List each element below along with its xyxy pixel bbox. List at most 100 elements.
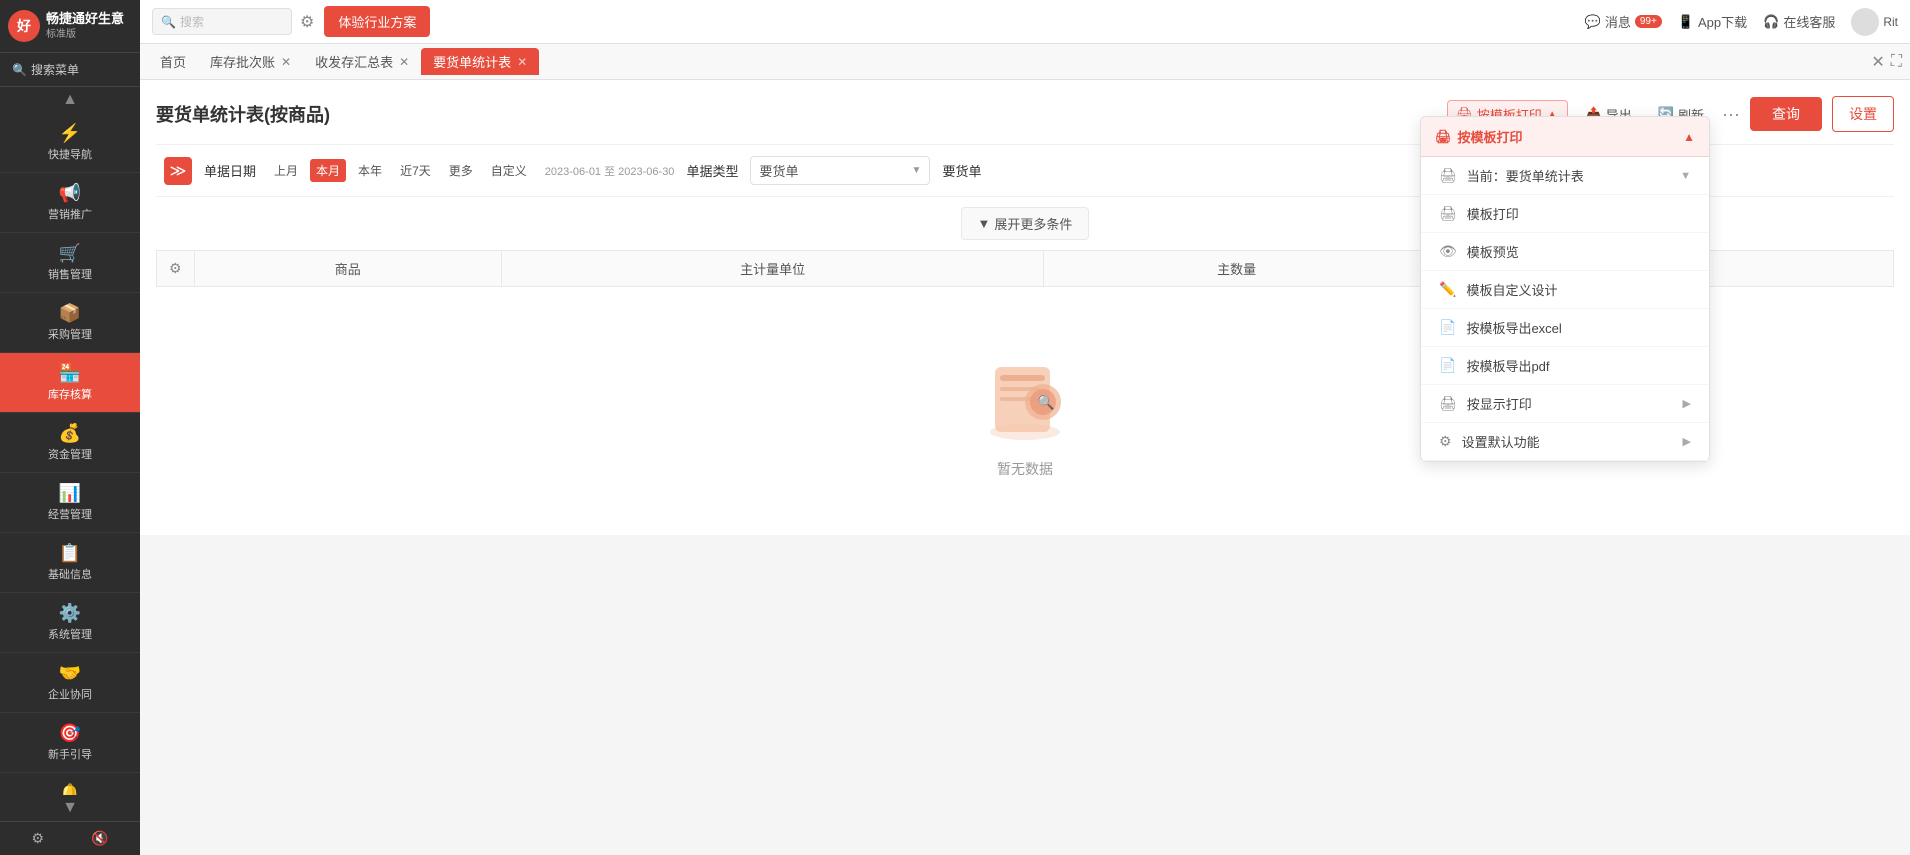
col-unit: 主计量单位 — [501, 251, 1043, 287]
quick-nav-icon: ⚡ — [59, 123, 81, 144]
template-excel-icon: 📄 — [1439, 319, 1456, 336]
template-preview-item[interactable]: 👁 模板预览 — [1421, 233, 1709, 271]
page-inner: 要货单统计表(按商品) 🖨 按模板打印 ▲ 📤 导出 🔄 刷新 — [140, 80, 1910, 535]
topbar-search-box[interactable]: 🔍 搜索 — [152, 8, 292, 35]
sidebar-item-appstore[interactable]: 🔔 应用中心 — [0, 773, 140, 795]
filter-expand-icon[interactable]: ≫ — [164, 157, 192, 185]
display-print-icon: 🖨 — [1439, 395, 1457, 412]
page-title: 要货单统计表(按商品) — [156, 101, 330, 127]
template-design-icon: ✏️ — [1439, 281, 1456, 298]
empty-illustration: 🔍 — [965, 347, 1085, 447]
sidebar-item-marketing[interactable]: 📢 营销推广 — [0, 173, 140, 233]
date-btn-custom[interactable]: 自定义 — [485, 159, 533, 182]
topbar-right: 💬 消息 99+ 📱 App下载 🎧 在线客服 Rit — [1585, 8, 1898, 36]
logo-icon: 好 — [8, 10, 40, 42]
system-icon: ⚙️ — [59, 603, 81, 624]
logo-text: 畅捷通好生意 标准版 — [46, 11, 124, 41]
scroll-up-btn[interactable]: ▲ — [0, 87, 140, 113]
topbar: 🔍 搜索 ⚙ 体验行业方案 💬 消息 99+ 📱 App下载 🎧 在线客服 — [140, 0, 1910, 44]
sidebar-item-operations[interactable]: 📊 经营管理 — [0, 473, 140, 533]
page-area: 要货单统计表(按商品) 🖨 按模板打印 ▲ 📤 导出 🔄 刷新 — [140, 80, 1910, 855]
app-download-button[interactable]: 📱 App下载 — [1678, 12, 1747, 31]
expand-more-button[interactable]: ▼ 展开更多条件 — [961, 207, 1090, 240]
tab-fullscreen-button[interactable]: ⛶ — [1891, 53, 1902, 71]
sidebar-logo: 好 畅捷通好生意 标准版 — [0, 0, 140, 53]
sidebar: 好 畅捷通好生意 标准版 🔍 搜索菜单 ▲ ⚡ 快捷导航 📢 营销推广 🛒 销售… — [0, 0, 140, 855]
user-avatar — [1851, 8, 1879, 36]
sidebar-item-finance[interactable]: 💰 资金管理 — [0, 413, 140, 473]
col-product: 商品 — [194, 251, 501, 287]
audio-bottom-icon[interactable]: 🔇 — [91, 830, 108, 847]
sidebar-item-system[interactable]: ⚙️ 系统管理 — [0, 593, 140, 653]
tab-close-batch-accounts[interactable]: ✕ — [281, 55, 291, 69]
main-content: 🔍 搜索 ⚙ 体验行业方案 💬 消息 99+ 📱 App下载 🎧 在线客服 — [140, 0, 1910, 855]
empty-text: 暂无数据 — [997, 459, 1053, 479]
tab-batch-accounts[interactable]: 库存批次账 ✕ — [198, 48, 303, 75]
more-actions-button[interactable]: ··· — [1722, 104, 1740, 125]
set-default-item[interactable]: ⚙ 设置默认功能 ▶ — [1421, 423, 1709, 461]
scroll-down-btn[interactable]: ▼ — [0, 795, 140, 821]
inventory-icon: 🏪 — [59, 363, 81, 384]
order-type-select[interactable]: 要货单 ▼ — [750, 156, 930, 185]
col-quantity: 主数量 — [1044, 251, 1430, 287]
date-filter: 上月 本月 本年 近7天 更多 自定义 — [268, 155, 533, 186]
topbar-gear-icon[interactable]: ⚙ — [300, 12, 314, 32]
display-print-chevron: ▶ — [1683, 397, 1691, 410]
sidebar-item-quick-nav[interactable]: ⚡ 快捷导航 — [0, 113, 140, 173]
template-pdf-item[interactable]: 📄 按模板导出pdf — [1421, 347, 1709, 385]
search-icon: 🔍 — [12, 63, 27, 77]
template-excel-item[interactable]: 📄 按模板导出excel — [1421, 309, 1709, 347]
template-design-item[interactable]: ✏️ 模板自定义设计 — [1421, 271, 1709, 309]
template-print-item[interactable]: 🖨 模板打印 — [1421, 195, 1709, 233]
expand-more-icon: ▼ — [978, 216, 991, 231]
table-col-settings-icon[interactable]: ⚙ — [169, 260, 182, 276]
set-default-icon: ⚙ — [1439, 433, 1452, 450]
finance-icon: 💰 — [59, 423, 81, 444]
tab-order-stats[interactable]: 要货单统计表 ✕ — [421, 48, 539, 75]
tab-close-order-stats[interactable]: ✕ — [517, 55, 527, 69]
date-btn-this-year[interactable]: 本年 — [352, 159, 388, 182]
print-dropdown-header-icon: 🖨 — [1435, 129, 1452, 145]
sidebar-search[interactable]: 🔍 搜索菜单 — [0, 53, 140, 87]
order-type-chevron-icon: ▼ — [912, 165, 922, 176]
print-current-chevron: ▼ — [1680, 170, 1691, 182]
topbar-left: 🔍 搜索 ⚙ 体验行业方案 — [152, 6, 1585, 37]
online-service-button[interactable]: 🎧 在线客服 — [1763, 12, 1835, 31]
sidebar-item-purchase[interactable]: 📦 采购管理 — [0, 293, 140, 353]
settings-bottom-icon[interactable]: ⚙ — [32, 830, 45, 847]
date-btn-last-month[interactable]: 上月 — [268, 159, 304, 182]
query-button[interactable]: 查询 — [1750, 97, 1822, 131]
date-btn-7days[interactable]: 近7天 — [394, 159, 437, 182]
industry-solution-button[interactable]: 体验行业方案 — [324, 6, 430, 37]
settings-button[interactable]: 设置 — [1832, 96, 1894, 132]
operations-icon: 📊 — [59, 483, 81, 504]
print-dropdown-header: 🖨 按模板打印 ▲ — [1421, 117, 1709, 157]
tab-home[interactable]: 首页 — [148, 48, 198, 75]
sidebar-item-basic[interactable]: 📋 基础信息 — [0, 533, 140, 593]
tabs-bar-actions: ✕ ⛶ — [1871, 52, 1902, 72]
tab-close-all-button[interactable]: ✕ — [1871, 52, 1884, 72]
date-btn-more[interactable]: 更多 — [443, 159, 479, 182]
sidebar-nav: ⚡ 快捷导航 📢 营销推广 🛒 销售管理 📦 采购管理 🏪 库存核算 💰 资金管… — [0, 113, 140, 795]
display-print-item[interactable]: 🖨 按显示打印 ▶ — [1421, 385, 1709, 423]
message-button[interactable]: 💬 消息 99+ — [1585, 12, 1662, 31]
sidebar-item-sales[interactable]: 🛒 销售管理 — [0, 233, 140, 293]
sidebar-item-collab[interactable]: 🤝 企业协同 — [0, 653, 140, 713]
collab-icon: 🤝 — [59, 663, 81, 684]
app-download-icon: 📱 — [1678, 14, 1694, 30]
print-current-icon: 🖨 — [1439, 167, 1457, 184]
print-dropdown-collapse-icon[interactable]: ▲ — [1683, 130, 1695, 144]
user-avatar-area[interactable]: Rit — [1851, 8, 1898, 36]
date-range-display: 2023-06-01 至 2023-06-30 — [545, 163, 675, 179]
sales-icon: 🛒 — [59, 243, 81, 264]
template-pdf-icon: 📄 — [1439, 357, 1456, 374]
tab-receipt-summary[interactable]: 收发存汇总表 ✕ — [303, 48, 421, 75]
set-default-chevron: ▶ — [1683, 435, 1691, 448]
sidebar-item-guide[interactable]: 🎯 新手引导 — [0, 713, 140, 773]
online-service-icon: 🎧 — [1763, 14, 1779, 30]
tab-close-receipt-summary[interactable]: ✕ — [399, 55, 409, 69]
date-btn-this-month[interactable]: 本月 — [310, 159, 346, 182]
print-dropdown-panel: 🖨 按模板打印 ▲ 🖨 当前：要货单统计表 ▼ 🖨 模板打印 👁 模板预览 — [1420, 116, 1710, 462]
sidebar-item-inventory[interactable]: 🏪 库存核算 — [0, 353, 140, 413]
print-current-item[interactable]: 🖨 当前：要货单统计表 ▼ — [1421, 157, 1709, 195]
